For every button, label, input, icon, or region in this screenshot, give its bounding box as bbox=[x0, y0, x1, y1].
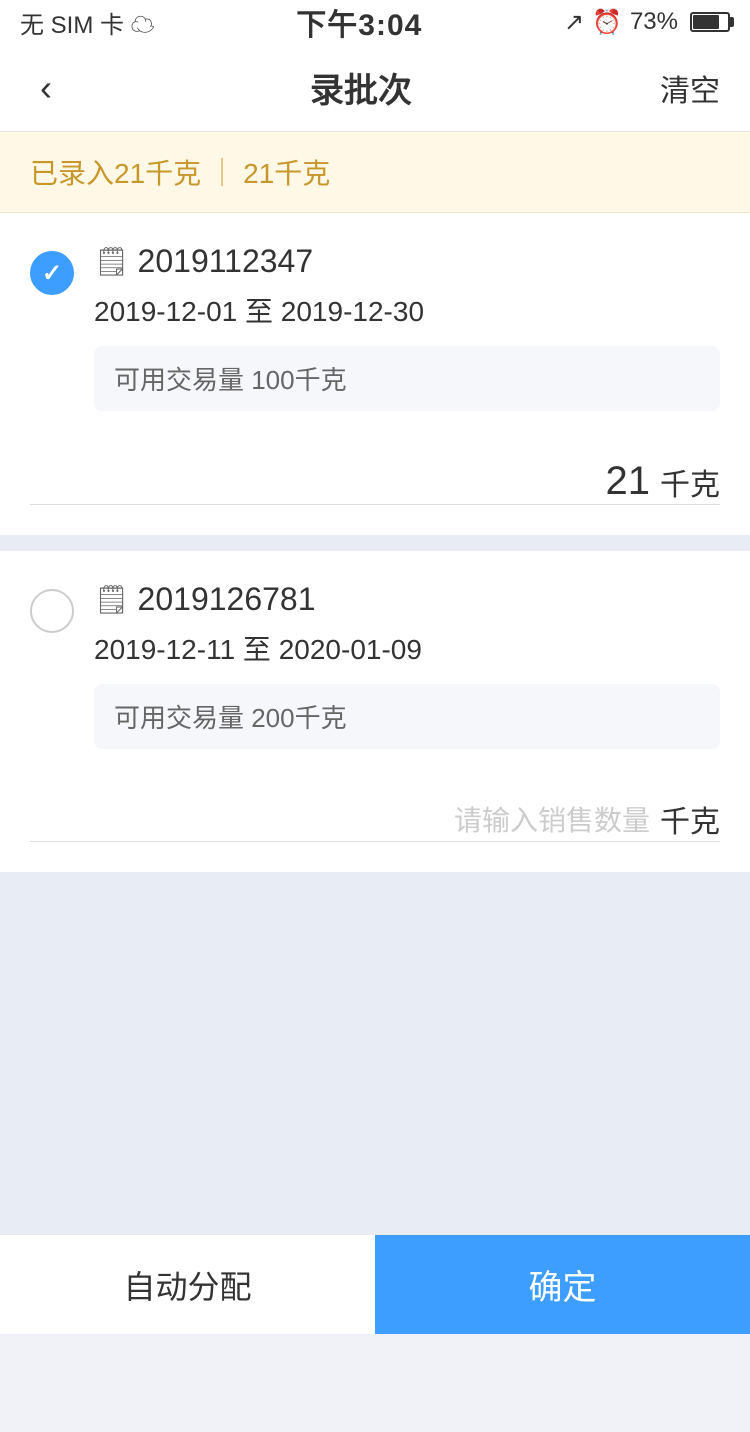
status-left: 无 SIM 卡 ☁ bbox=[20, 5, 155, 40]
recorded-value: 21千克 bbox=[243, 152, 330, 192]
page-title: 录批次 bbox=[310, 63, 412, 112]
batch-file-icon-1: 🗒 bbox=[94, 245, 130, 278]
clear-button[interactable]: 清空 bbox=[660, 66, 720, 110]
radio-button-2[interactable] bbox=[30, 589, 74, 633]
auto-distribute-button[interactable]: 自动分配 bbox=[0, 1235, 375, 1334]
alarm-icon: ⏰ bbox=[592, 8, 622, 37]
batch-content-1: 🗒 2019112347 2019-12-01 至 2019-12-30 可用交… bbox=[94, 243, 720, 419]
batch-date-1: 2019-12-01 至 2019-12-30 bbox=[94, 290, 720, 330]
banner-divider bbox=[221, 158, 223, 186]
batch-available-1: 可用交易量 100千克 bbox=[94, 346, 720, 411]
batch-id-row-1: 🗒 2019112347 bbox=[94, 243, 720, 280]
batch-item-1: 🗒 2019112347 2019-12-01 至 2019-12-30 可用交… bbox=[0, 213, 750, 535]
section-divider bbox=[0, 535, 750, 551]
bottom-bar: 自动分配 确定 bbox=[0, 1234, 750, 1334]
quantity-unit-2: 千克 bbox=[660, 797, 720, 841]
batch-id-text-2: 2019126781 bbox=[138, 581, 316, 618]
batch-available-2: 可用交易量 200千克 bbox=[94, 684, 720, 749]
batch-file-icon-2: 🗒 bbox=[94, 583, 130, 616]
quantity-placeholder-2: 请输入销售数量 bbox=[454, 799, 650, 839]
battery-icon bbox=[690, 12, 730, 32]
batch-id-row-2: 🗒 2019126781 bbox=[94, 581, 720, 618]
status-bar: 无 SIM 卡 ☁ 下午3:04 ↗ ⏰ 73% bbox=[0, 0, 750, 44]
nav-bar: ‹ 录批次 清空 bbox=[0, 44, 750, 132]
back-button[interactable]: ‹ bbox=[30, 57, 62, 119]
battery-percent: 73% bbox=[630, 8, 678, 36]
quantity-row-2: 请输入销售数量 千克 bbox=[0, 777, 750, 841]
batch-date-2: 2019-12-11 至 2020-01-09 bbox=[94, 628, 720, 668]
status-right: ↗ ⏰ 73% bbox=[564, 8, 730, 37]
batch-item-2: 🗒 2019126781 2019-12-11 至 2020-01-09 可用交… bbox=[0, 551, 750, 872]
recorded-label: 已录入21千克 bbox=[30, 152, 201, 192]
radio-button-1[interactable] bbox=[30, 251, 74, 295]
status-time: 下午3:04 bbox=[296, 0, 422, 44]
batch-id-text-1: 2019112347 bbox=[138, 243, 314, 280]
quantity-row-1: 千克 bbox=[0, 439, 750, 504]
sim-label: 无 SIM 卡 ☁ bbox=[20, 5, 155, 40]
info-banner: 已录入21千克 21千克 bbox=[0, 132, 750, 213]
location-icon: ↗ bbox=[564, 8, 584, 37]
batch-content-2: 🗒 2019126781 2019-12-11 至 2020-01-09 可用交… bbox=[94, 581, 720, 757]
confirm-button[interactable]: 确定 bbox=[375, 1235, 750, 1334]
quantity-input-1[interactable] bbox=[490, 459, 650, 504]
quantity-unit-1: 千克 bbox=[660, 460, 720, 504]
